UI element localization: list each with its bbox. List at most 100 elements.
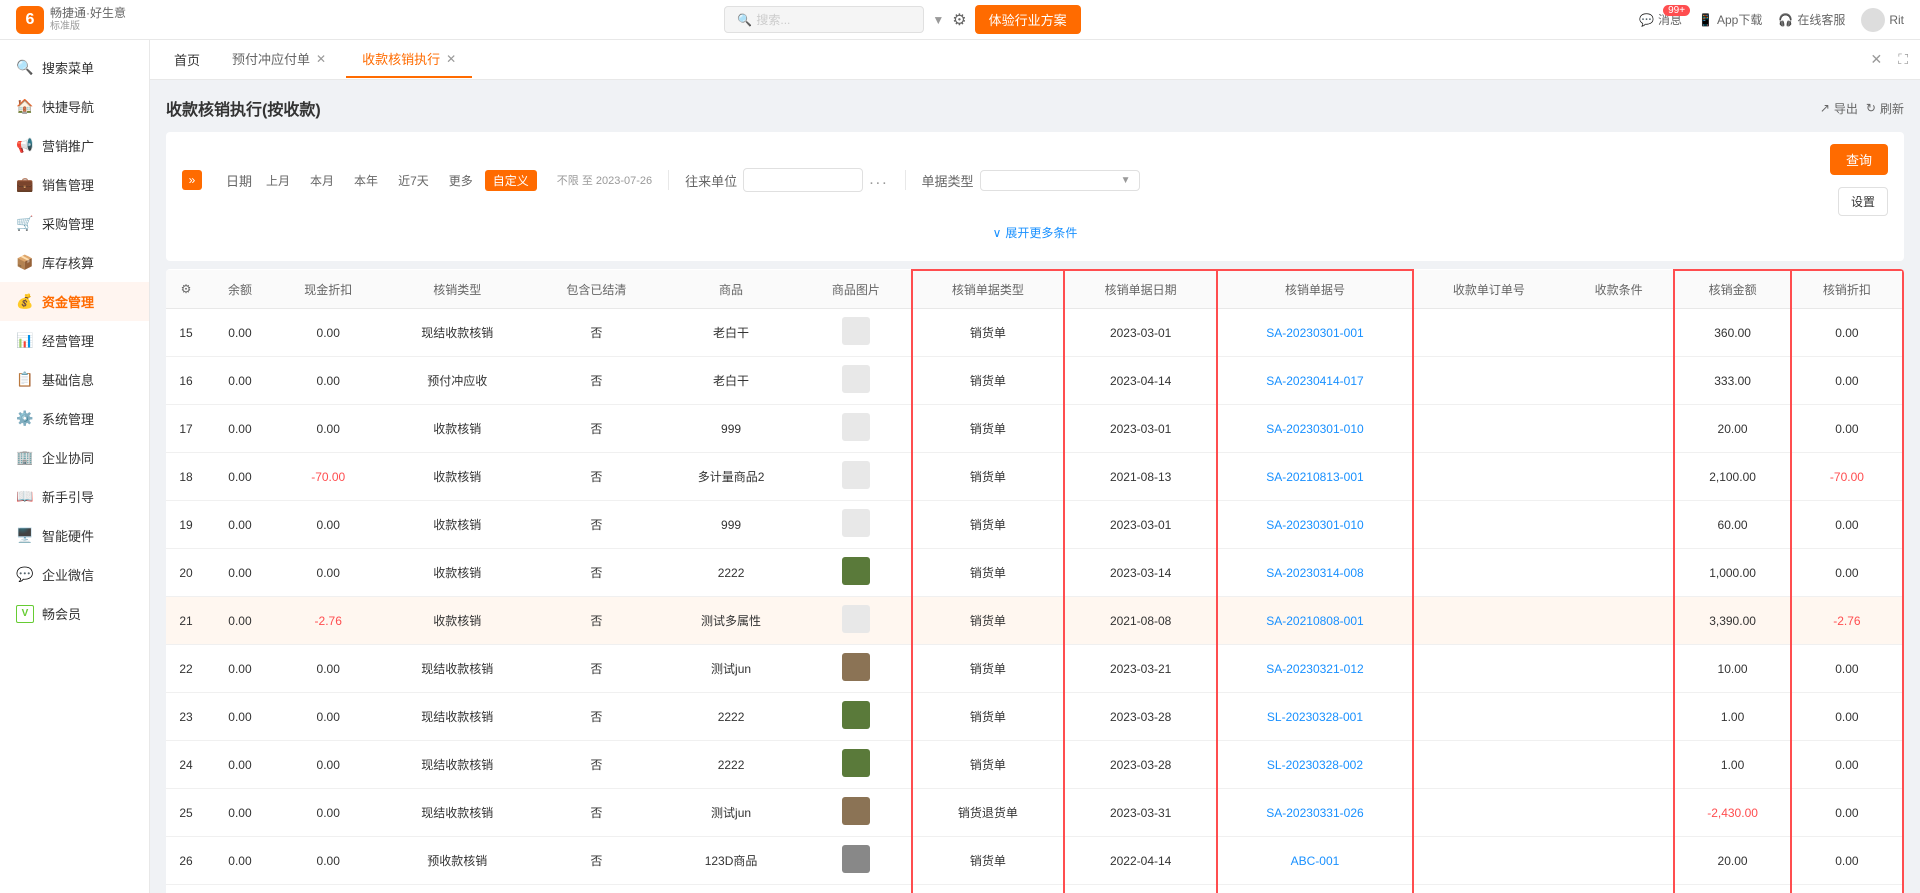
cell-balance: 0.00 (206, 501, 274, 549)
from-unit-input[interactable] (743, 168, 863, 192)
cell-receipt-order-no (1413, 453, 1564, 501)
table-row: 19 0.00 0.00 收款核销 否 999 销货单 2023-03-01 S… (166, 501, 1903, 549)
cell-writeoff-type: 预付冲应收 (383, 357, 532, 405)
tab-bar-controls: ✕ ⛶ (1866, 47, 1912, 72)
bill-no-link[interactable]: SA-20230301-001 (1266, 326, 1363, 340)
cell-bill-date: 2022-04-14 (1064, 837, 1217, 885)
tab-prepay-close[interactable]: ✕ (316, 52, 326, 66)
cell-receipt-order-no (1413, 885, 1564, 893)
dropdown-arrow-icon[interactable]: ▼ (932, 13, 944, 27)
tab-home[interactable]: 首页 (158, 42, 216, 77)
cell-balance: 0.00 (206, 453, 274, 501)
cell-row-no: 17 (166, 405, 206, 453)
sidebar-item-member[interactable]: V 畅会员 (0, 594, 149, 633)
sidebar-item-hardware[interactable]: 🖥️ 智能硬件 (0, 516, 149, 555)
cell-bill-date: 2023-03-31 (1064, 789, 1217, 837)
bill-no-link[interactable]: SL-20230328-001 (1267, 710, 1363, 724)
bill-no-link[interactable]: ABC-001 (1291, 854, 1340, 868)
sidebar-item-system[interactable]: ⚙️ 系统管理 (0, 399, 149, 438)
query-button[interactable]: 查询 (1830, 144, 1888, 175)
export-button[interactable]: ↗ 导出 (1820, 100, 1858, 117)
expand-more-button[interactable]: ∨ 展开更多条件 (182, 224, 1888, 241)
bill-type-select[interactable]: ▼ (980, 170, 1140, 191)
user-menu[interactable]: Rit (1861, 8, 1904, 32)
sidebar-item-search[interactable]: 🔍 搜索菜单 (0, 48, 149, 87)
sidebar-item-business[interactable]: 📊 经营管理 (0, 321, 149, 360)
more-date-btn[interactable]: 更多 (441, 170, 481, 191)
cell-row-no: 24 (166, 741, 206, 789)
cell-include-settled: 否 (532, 357, 661, 405)
tab-prepay[interactable]: 预付冲应付单 ✕ (216, 41, 342, 78)
cell-include-settled: 否 (532, 837, 661, 885)
cell-balance: 0.00 (206, 549, 274, 597)
online-service-button[interactable]: 🎧 在线客服 (1778, 11, 1845, 28)
solution-button[interactable]: 体验行业方案 (975, 5, 1081, 34)
th-include-settled: 包含已结清 (532, 270, 661, 309)
custom-date-btn[interactable]: 自定义 (485, 170, 537, 191)
table-row: 17 0.00 0.00 收款核销 否 999 销货单 2023-03-01 S… (166, 405, 1903, 453)
cell-receipt-order-no (1413, 309, 1564, 357)
cell-receipt-condition (1564, 405, 1674, 453)
this-month-btn[interactable]: 本月 (302, 170, 342, 191)
th-settings[interactable]: ⚙ (166, 270, 206, 309)
messages-button[interactable]: 💬 消息 99+ (1639, 11, 1682, 28)
sidebar-item-purchase[interactable]: 🛒 采购管理 (0, 204, 149, 243)
sidebar-item-guide[interactable]: 📖 新手引导 (0, 477, 149, 516)
collapse-filter-button[interactable]: » (182, 170, 202, 190)
settings-icon: ⚙ (181, 282, 192, 296)
product-thumbnail (842, 509, 870, 537)
megaphone-icon: 📢 (16, 137, 34, 155)
cell-product: 2222 (661, 549, 801, 597)
bill-no-link[interactable]: SA-20230321-012 (1266, 662, 1363, 676)
bill-no-link[interactable]: SA-20210813-001 (1266, 470, 1363, 484)
cell-writeoff-amount: 360.00 (1674, 309, 1791, 357)
sidebar-item-marketing[interactable]: 📢 营销推广 (0, 126, 149, 165)
bill-no-link[interactable]: SA-20230314-008 (1266, 566, 1363, 580)
bill-no-link[interactable]: SA-20230301-010 (1266, 422, 1363, 436)
sidebar-item-sales[interactable]: 💼 销售管理 (0, 165, 149, 204)
bill-no-link[interactable]: SA-20230331-026 (1266, 806, 1363, 820)
cell-cash-discount: 0.00 (274, 789, 383, 837)
avatar (1861, 8, 1885, 32)
this-year-btn[interactable]: 本年 (346, 170, 386, 191)
sidebar-item-enterprise[interactable]: 🏢 企业协同 (0, 438, 149, 477)
gear-icon[interactable]: ⚙ (952, 10, 966, 30)
cell-product: 老白干 (661, 357, 801, 405)
cell-bill-no: SA-20230321-012 (1217, 645, 1413, 693)
cell-cash-discount: -70.00 (274, 453, 383, 501)
bill-no-link[interactable]: SA-20230301-010 (1266, 518, 1363, 532)
chart-icon: 📊 (16, 332, 34, 350)
settings-button[interactable]: 设置 (1838, 187, 1888, 216)
search-icon: 🔍 (737, 13, 752, 27)
list-icon: 📋 (16, 371, 34, 389)
close-all-tabs-button[interactable]: ✕ (1866, 47, 1886, 72)
cell-writeoff-discount: 0.00 (1791, 357, 1903, 405)
last-7days-btn[interactable]: 近7天 (390, 170, 437, 191)
tab-receipt[interactable]: 收款核销执行 ✕ (346, 41, 472, 78)
more-options-dots: ... (869, 171, 888, 189)
date-label: 日期 (226, 171, 252, 190)
table-row: 18 0.00 -70.00 收款核销 否 多计量商品2 销货单 2021-08… (166, 453, 1903, 501)
table-row: 26 0.00 0.00 预收款核销 否 123D商品 销货单 2022-04-… (166, 837, 1903, 885)
sidebar-item-basic[interactable]: 📋 基础信息 (0, 360, 149, 399)
sidebar-item-wechat[interactable]: 💬 企业微信 (0, 555, 149, 594)
sidebar-item-finance[interactable]: 💰 资金管理 (0, 282, 149, 321)
app-download-button[interactable]: 📱 App下载 (1698, 11, 1762, 28)
bill-no-link[interactable]: SL-20230328-002 (1267, 758, 1363, 772)
message-icon: 💬 (1639, 13, 1654, 27)
refresh-button[interactable]: ↻ 刷新 (1866, 100, 1904, 117)
product-thumbnail (842, 701, 870, 729)
cell-row-no: 21 (166, 597, 206, 645)
search-input[interactable]: 🔍 搜索... (724, 6, 924, 33)
cell-receipt-order-no (1413, 501, 1564, 549)
sidebar-item-inventory[interactable]: 📦 库存核算 (0, 243, 149, 282)
maximize-button[interactable]: ⛶ (1894, 47, 1912, 72)
sidebar-item-quick-nav[interactable]: 🏠 快捷导航 (0, 87, 149, 126)
cell-row-no: 19 (166, 501, 206, 549)
bill-no-link[interactable]: SA-20210808-001 (1266, 614, 1363, 628)
tab-receipt-close[interactable]: ✕ (446, 52, 456, 66)
last-month-btn[interactable]: 上月 (258, 170, 298, 191)
th-writeoff-discount: 核销折扣 (1791, 270, 1903, 309)
bill-no-link[interactable]: SA-20230414-017 (1266, 374, 1363, 388)
filter-area: » 日期 上月 本月 本年 近7天 更多 自定义 不限 至 202 (166, 132, 1904, 261)
